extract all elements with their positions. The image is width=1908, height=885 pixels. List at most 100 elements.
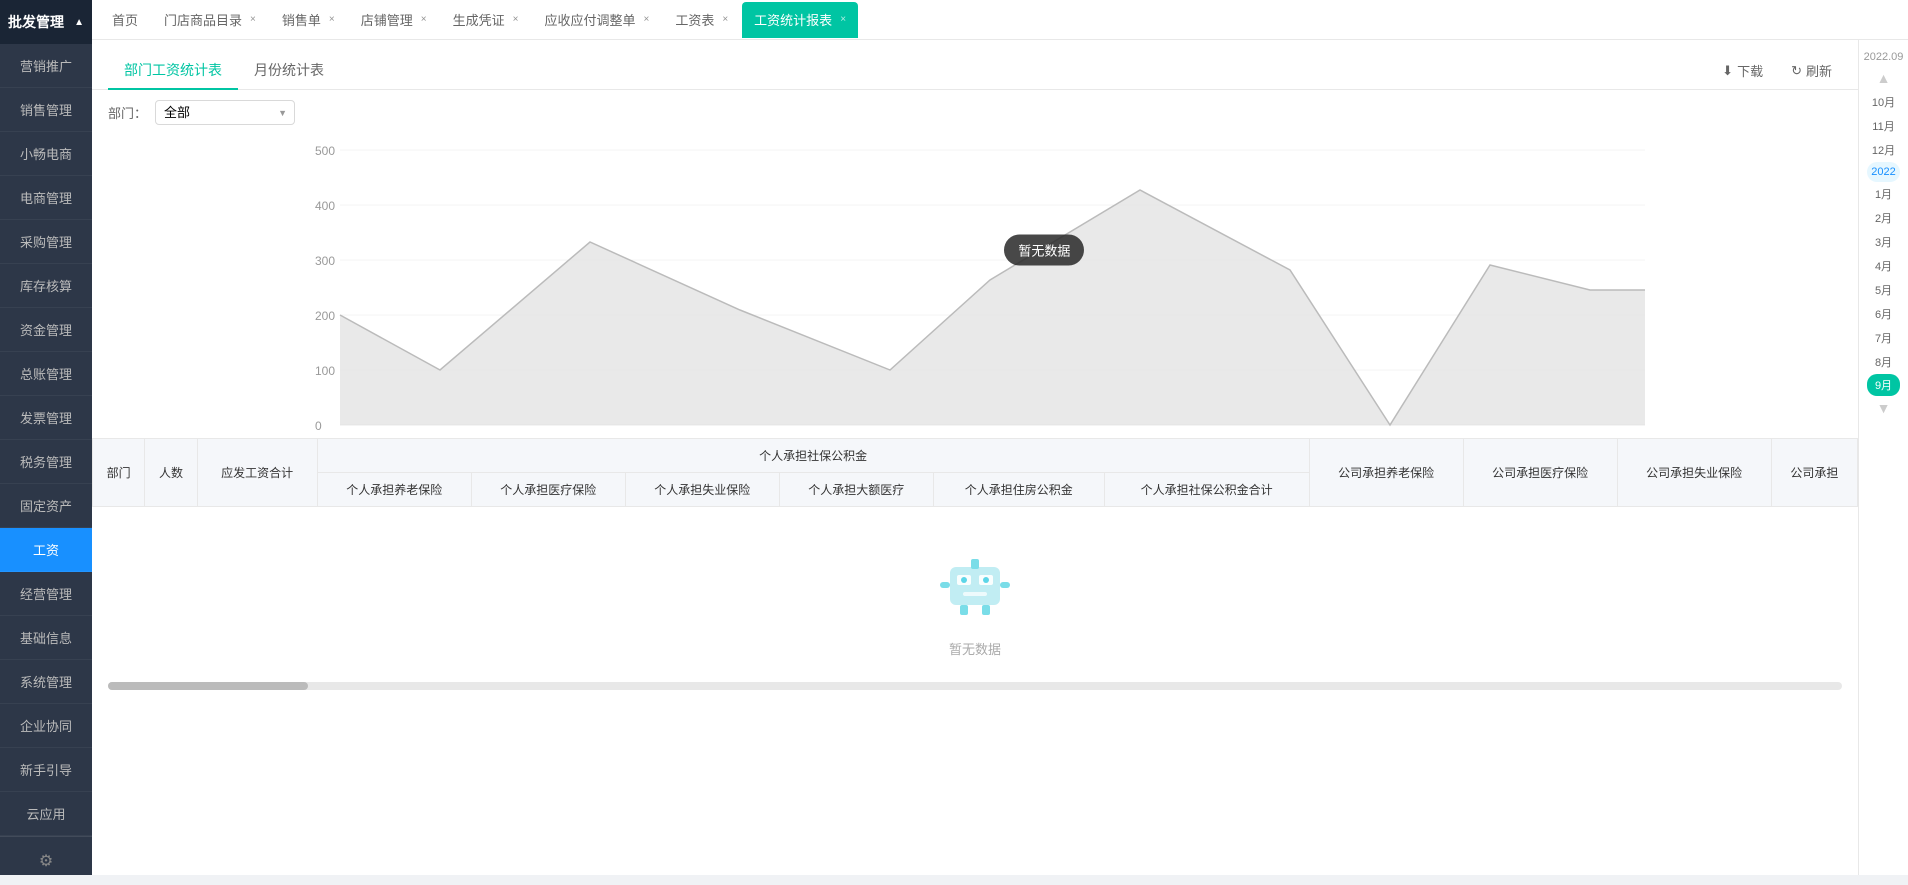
chart-container: 0 100 200 300 400 500 [92,135,1858,438]
tab-工资统计报表[interactable]: 工资统计报表 × [742,2,858,38]
sidebar-item-电商管理[interactable]: 电商管理 [0,176,92,220]
sidebar-item-小畅电商[interactable]: 小畅电商 [0,132,92,176]
refresh-label: 刷新 [1806,61,1832,80]
svg-text:0: 0 [315,419,322,433]
refresh-icon: ↻ [1791,63,1802,79]
sub-tab-bar: 部门工资统计表月份统计表 ⬇ 下载 ↻ 刷新 [92,40,1858,90]
th-company-unemployment: 公司承担失业保险 [1617,439,1771,507]
timeline-item-2月[interactable]: 2月 [1867,206,1900,230]
sidebar-item-企业协同[interactable]: 企业协同 [0,704,92,748]
sidebar-item-发票管理[interactable]: 发票管理 [0,396,92,440]
department-select[interactable]: 全部 [155,100,295,125]
svg-text:100: 100 [315,364,335,378]
tab-店铺管理[interactable]: 店铺管理× [349,2,439,38]
sidebar: 批发管理 ▲ 营销推广销售管理小畅电商电商管理采购管理库存核算资金管理总账管理发… [0,0,92,875]
tab-应收应付调整单[interactable]: 应收应付调整单 × [532,2,661,38]
tab-label: 工资统计报表 [754,10,832,29]
timeline-current-year: 2022.09 [1860,48,1908,66]
timeline-item-4月[interactable]: 4月 [1867,254,1900,278]
sidebar-item-营销推广[interactable]: 营销推广 [0,44,92,88]
tab-close-icon[interactable]: × [329,14,335,25]
tab-close-icon[interactable]: × [643,14,649,25]
th-total-wage: 应发工资合计 [197,439,317,507]
sidebar-title: 批发管理 [8,12,64,32]
sidebar-item-税务管理[interactable]: 税务管理 [0,440,92,484]
sidebar-item-固定资产[interactable]: 固定资产 [0,484,92,528]
timeline-down-arrow[interactable]: ▼ [1873,396,1895,420]
page-content: 部门工资统计表月份统计表 ⬇ 下载 ↻ 刷新 部门： [92,40,1858,875]
tab-close-icon[interactable]: × [722,14,728,25]
empty-icon [935,547,1015,627]
tab-生成凭证[interactable]: 生成凭证× [441,2,531,38]
sidebar-item-总账管理[interactable]: 总账管理 [0,352,92,396]
content-area: 部门工资统计表月份统计表 ⬇ 下载 ↻ 刷新 部门： [92,40,1908,875]
tab-close-icon[interactable]: × [513,14,519,25]
sidebar-item-新手引导[interactable]: 新手引导 [0,748,92,792]
sidebar-collapse-icon: ▲ [74,17,84,28]
timeline-item-9月[interactable]: 9月 [1867,374,1900,396]
sidebar-item-经营管理[interactable]: 经营管理 [0,572,92,616]
th-personal-old-age: 个人承担养老保险 [317,473,471,507]
sidebar-item-库存核算[interactable]: 库存核算 [0,264,92,308]
sub-tab-月份统计表[interactable]: 月份统计表 [238,52,340,90]
th-personal-total: 个人承担社保公积金合计 [1104,473,1309,507]
th-personal-medical: 个人承担医疗保险 [471,473,625,507]
th-personal-housing-fund: 个人承担住房公积金 [933,473,1104,507]
th-company-medical: 公司承担医疗保险 [1463,439,1617,507]
th-personal-insurance-group: 个人承担社保公积金 [317,439,1309,473]
th-count: 人数 [145,439,197,507]
timeline-item-10月[interactable]: 10月 [1867,90,1900,114]
timeline-item-6月[interactable]: 6月 [1867,302,1900,326]
timeline-item-2022[interactable]: 2022 [1867,162,1900,182]
download-button[interactable]: ⬇ 下载 [1712,57,1773,84]
department-select-wrapper: 全部 [155,100,295,125]
sidebar-item-采购管理[interactable]: 采购管理 [0,220,92,264]
sidebar-header[interactable]: 批发管理 ▲ [0,0,92,44]
refresh-button[interactable]: ↻ 刷新 [1781,57,1842,84]
timeline-item-11月[interactable]: 11月 [1867,114,1900,138]
tab-label: 销售单 [282,10,321,29]
svg-text:300: 300 [315,254,335,268]
tab-close-icon[interactable]: × [250,14,256,25]
sidebar-item-资金管理[interactable]: 资金管理 [0,308,92,352]
tab-首页[interactable]: 首页 [100,2,150,38]
timeline-up-arrow[interactable]: ▲ [1873,66,1895,90]
sidebar-item-系统管理[interactable]: 系统管理 [0,660,92,704]
timeline-item-12月[interactable]: 12月 [1867,138,1900,162]
sidebar-item-云应用[interactable]: 云应用 [0,792,92,836]
tab-close-icon[interactable]: × [840,14,846,25]
timeline-item-3月[interactable]: 3月 [1867,230,1900,254]
table-no-data-text: 暂无数据 [949,639,1001,658]
svg-text:400: 400 [315,199,335,213]
th-company-other: 公司承担 [1771,439,1857,507]
chart-svg-wrapper: 0 100 200 300 400 500 [108,135,1842,438]
timeline-item-7月[interactable]: 7月 [1867,326,1900,350]
chart-no-data-tooltip: 暂无数据 [1004,235,1084,266]
th-company-old-age: 公司承担养老保险 [1309,439,1463,507]
data-table: 部门 人数 应发工资合计 个人承担社保公积金 公司承担养老保险 公司承担医疗保险… [92,438,1858,507]
table-scrollbar-thumb[interactable] [108,682,308,690]
timeline-item-8月[interactable]: 8月 [1867,350,1900,374]
download-label: 下载 [1737,61,1763,80]
tab-工资表[interactable]: 工资表 × [663,2,740,38]
th-personal-major-medical: 个人承担大额医疗 [779,473,933,507]
action-buttons: ⬇ 下载 ↻ 刷新 [1712,57,1842,84]
tab-label: 工资表 [675,10,714,29]
sidebar-footer-settings[interactable]: ⚙ [0,836,92,885]
svg-text:500: 500 [315,144,335,158]
tab-销售单[interactable]: 销售单 × [270,2,347,38]
tab-label: 应收应付调整单 [544,10,635,29]
timeline-item-5月[interactable]: 5月 [1867,278,1900,302]
tab-门店商品目录[interactable]: 门店商品目录× [152,2,268,38]
sidebar-item-工资[interactable]: 工资 [0,528,92,572]
tab-close-icon[interactable]: × [421,14,427,25]
table-scrollbar[interactable] [108,682,1842,690]
department-label: 部门： [108,103,147,122]
timeline-item-1月[interactable]: 1月 [1867,182,1900,206]
department-filter: 部门： 全部 [108,100,295,125]
sidebar-item-基础信息[interactable]: 基础信息 [0,616,92,660]
sidebar-item-销售管理[interactable]: 销售管理 [0,88,92,132]
sub-tab-部门工资统计表[interactable]: 部门工资统计表 [108,52,238,90]
settings-icon: ⚙ [39,853,53,870]
th-personal-unemployment: 个人承担失业保险 [625,473,779,507]
